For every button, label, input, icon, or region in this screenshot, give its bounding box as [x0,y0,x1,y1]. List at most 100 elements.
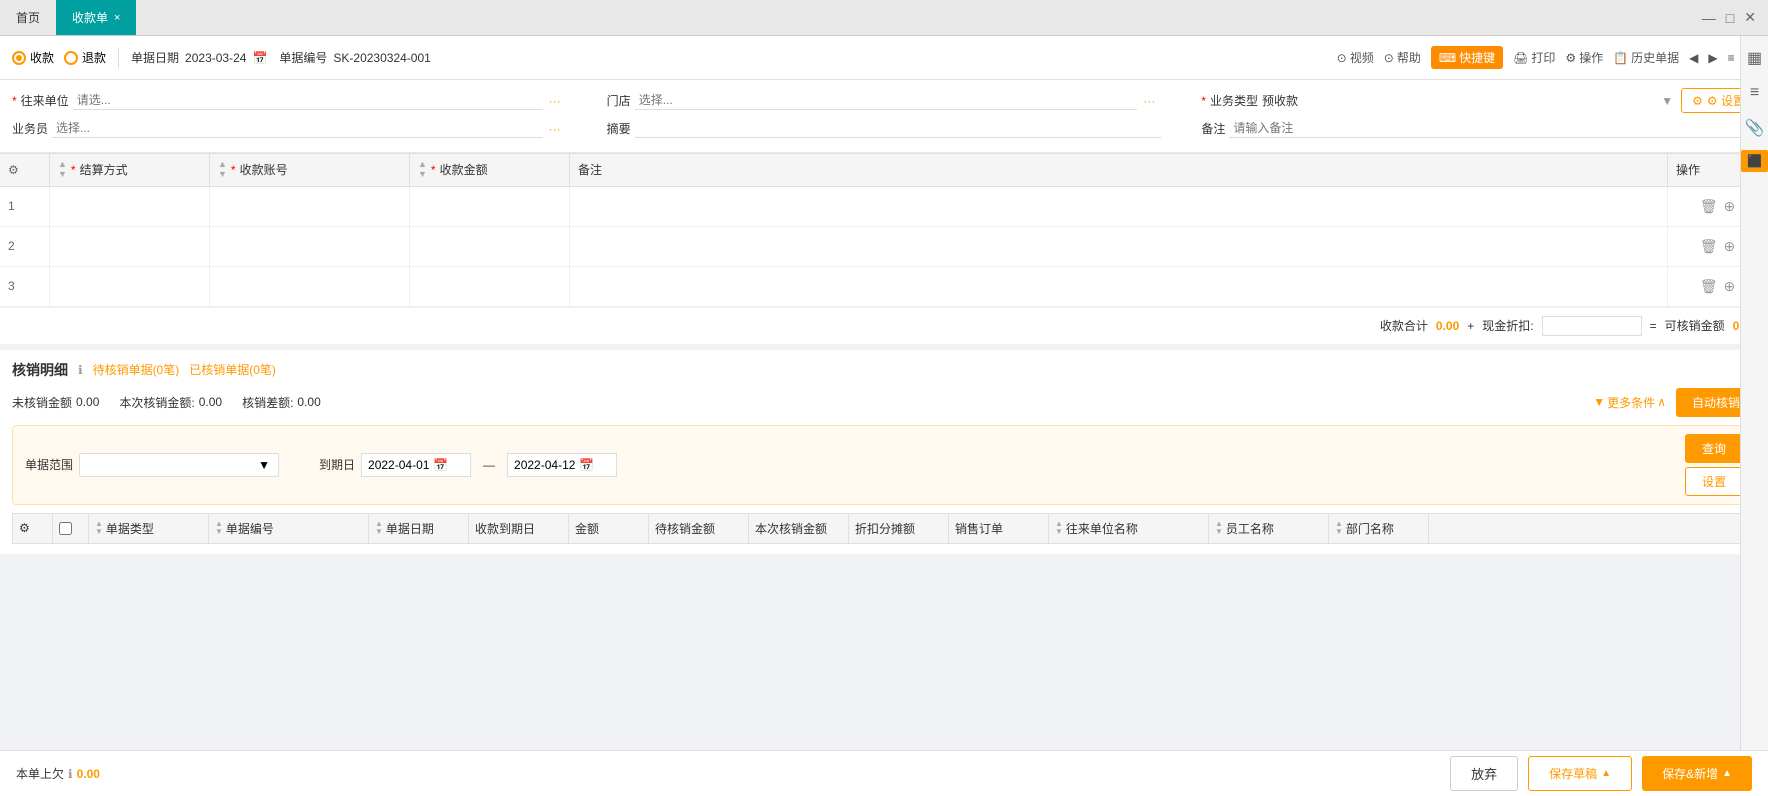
copy-icon-3[interactable]: ⊕ [1724,278,1736,295]
info-circle-icon[interactable]: ℹ [68,767,73,781]
video-btn[interactable]: ⊙ 视频 [1337,49,1374,66]
td-account-1[interactable] [210,187,410,226]
pending-tab[interactable]: 待核销单据(0笔) [93,361,180,378]
doc-date-sort-icon[interactable]: ▲▼ [375,520,383,536]
main-content: 收款 退款 单据日期 2023-03-24 📅 单据编号 SK-20230324… [0,36,1768,796]
delete-icon-1[interactable]: 🗑 [1700,198,1718,215]
history-btn[interactable]: 📋 历史单据 [1613,49,1679,66]
sidebar-list-icon[interactable]: ≡ [1746,80,1763,106]
verify-section: 核销明细 ℹ 待核销单据(0笔) 已核销单据(0笔) 未核销金额 0.00 本次… [0,350,1768,554]
sidebar-active-icon[interactable]: ⬛ [1741,150,1768,172]
dept-sort-icon[interactable]: ▲▼ [1335,520,1343,536]
store-input[interactable] [635,91,1138,110]
tab-home[interactable]: 首页 [0,0,56,35]
account-sort-icon[interactable]: ▲▼ [218,160,227,180]
summary-input[interactable] [635,119,1162,138]
biz-type-dropdown-icon[interactable]: ▼ [1661,94,1673,108]
current-label: 本次核销金额: [119,394,194,411]
btm-settings-icon[interactable]: ⚙ [19,521,30,535]
sidebar-table-icon[interactable]: ▦ [1743,44,1766,72]
tab-close-icon[interactable]: × [114,12,120,24]
delete-icon-3[interactable]: 🗑 [1700,278,1718,295]
calendar-from-icon[interactable]: 📅 [433,458,448,472]
more-conditions-btn[interactable]: ▼ 更多条件 ∧ [1593,394,1666,411]
salesman-input[interactable] [52,119,543,138]
operation-btn[interactable]: ⚙ 操作 [1565,49,1603,66]
discount-input[interactable] [1542,316,1642,336]
maximize-btn[interactable]: □ [1726,10,1734,26]
salesman-more-btn[interactable]: ··· [543,122,567,136]
table-settings-icon[interactable]: ⚙ [8,163,19,177]
counterpart-sort-icon[interactable]: ▲▼ [1055,520,1063,536]
td-account-2[interactable] [210,227,410,266]
doc-range-select[interactable]: ▼ [79,453,279,477]
info-icon[interactable]: ℹ [78,363,83,377]
diff-value: 0.00 [297,395,320,409]
footer: 本单上欠 ℹ 0.00 放弃 保存草稿 ▲ 保存&新增 ▲ [0,750,1768,796]
td-settlement-1[interactable] [50,187,210,226]
list-view-btn[interactable]: ≡ [1728,51,1735,65]
footer-value: 0.00 [77,767,100,781]
doc-date-label: 单据日期 [131,49,179,66]
bth-checkbox[interactable] [53,514,89,543]
amount-sort-icon[interactable]: ▲▼ [418,160,427,180]
total-label: 收款合计 [1380,317,1428,334]
employee-sort-icon[interactable]: ▲▼ [1215,520,1223,536]
biz-type-label: * [1201,94,1206,108]
receipt-radio[interactable]: 收款 [12,49,54,66]
bth-settings[interactable]: ⚙ [13,514,53,543]
bth-amount: 金额 [569,514,649,543]
select-all-checkbox[interactable] [59,522,72,535]
salesman-field: 业务员 ··· [12,119,567,138]
delete-icon-2[interactable]: 🗑 [1700,238,1718,255]
query-btn[interactable]: 查询 [1685,434,1743,463]
td-row-num-1: 1 [0,187,50,226]
print-btn[interactable]: 🖨 打印 [1513,49,1555,66]
draft-btn[interactable]: 保存草稿 ▲ [1528,756,1632,791]
biz-type-value: 预收款 [1262,92,1661,109]
copy-icon-1[interactable]: ⊕ [1724,198,1736,215]
td-remarks-row-3[interactable] [570,267,1668,306]
sidebar-attach-icon[interactable]: 📎 [1741,114,1768,142]
date-to-input[interactable]: 2022-04-12 📅 [507,453,617,477]
filter-settings-btn[interactable]: 设置 [1685,467,1743,496]
doc-no-sort-icon[interactable]: ▲▼ [215,520,223,536]
date-from-input[interactable]: 2022-04-01 📅 [361,453,471,477]
td-settlement-3[interactable] [50,267,210,306]
save-new-btn[interactable]: 保存&新增 ▲ [1642,756,1752,791]
discard-btn[interactable]: 放弃 [1450,756,1518,791]
doc-range-label: 单据范围 [25,456,73,473]
calendar-icon[interactable]: 📅 [252,51,267,65]
prev-btn[interactable]: ◀ [1689,51,1698,65]
td-amount-1[interactable] [410,187,570,226]
td-amount-2[interactable] [410,227,570,266]
calendar-to-icon[interactable]: 📅 [579,458,594,472]
close-btn[interactable]: ✕ [1744,9,1756,26]
counterpart-more-btn[interactable]: ··· [543,94,567,108]
current-stat: 本次核销金额: 0.00 [119,394,222,411]
draft-chevron-icon: ▲ [1601,768,1611,779]
table-area: ⚙ ▲▼ * 结算方式 ▲▼ * 收款账号 ▲▼ * 收款金额 备注 操作 [0,153,1768,344]
refund-radio[interactable]: 退款 [64,49,106,66]
minimize-btn[interactable]: — [1702,10,1716,26]
tab-receipt[interactable]: 收款单 × [56,0,136,35]
doc-type-sort-icon[interactable]: ▲▼ [95,520,103,536]
shortcut-btn[interactable]: ⌨ 快捷键 [1431,46,1503,69]
td-account-3[interactable] [210,267,410,306]
counterpart-input[interactable] [73,91,543,110]
next-btn[interactable]: ▶ [1708,51,1717,65]
bth-counterpart-name: ▲▼ 往来单位名称 [1049,514,1209,543]
remarks-input[interactable] [1229,119,1756,138]
copy-icon-2[interactable]: ⊕ [1724,238,1736,255]
done-tab[interactable]: 已核销单据(0笔) [189,361,276,378]
td-settlement-2[interactable] [50,227,210,266]
row-number-3: 3 [8,279,15,293]
unverified-label: 未核销金额 [12,394,72,411]
settlement-sort-icon[interactable]: ▲▼ [58,160,67,180]
td-amount-3[interactable] [410,267,570,306]
th-settings[interactable]: ⚙ [0,154,50,186]
td-remarks-row-1[interactable] [570,187,1668,226]
help-btn[interactable]: ⊙ 帮助 [1384,49,1421,66]
store-more-btn[interactable]: ··· [1137,94,1161,108]
td-remarks-row-2[interactable] [570,227,1668,266]
